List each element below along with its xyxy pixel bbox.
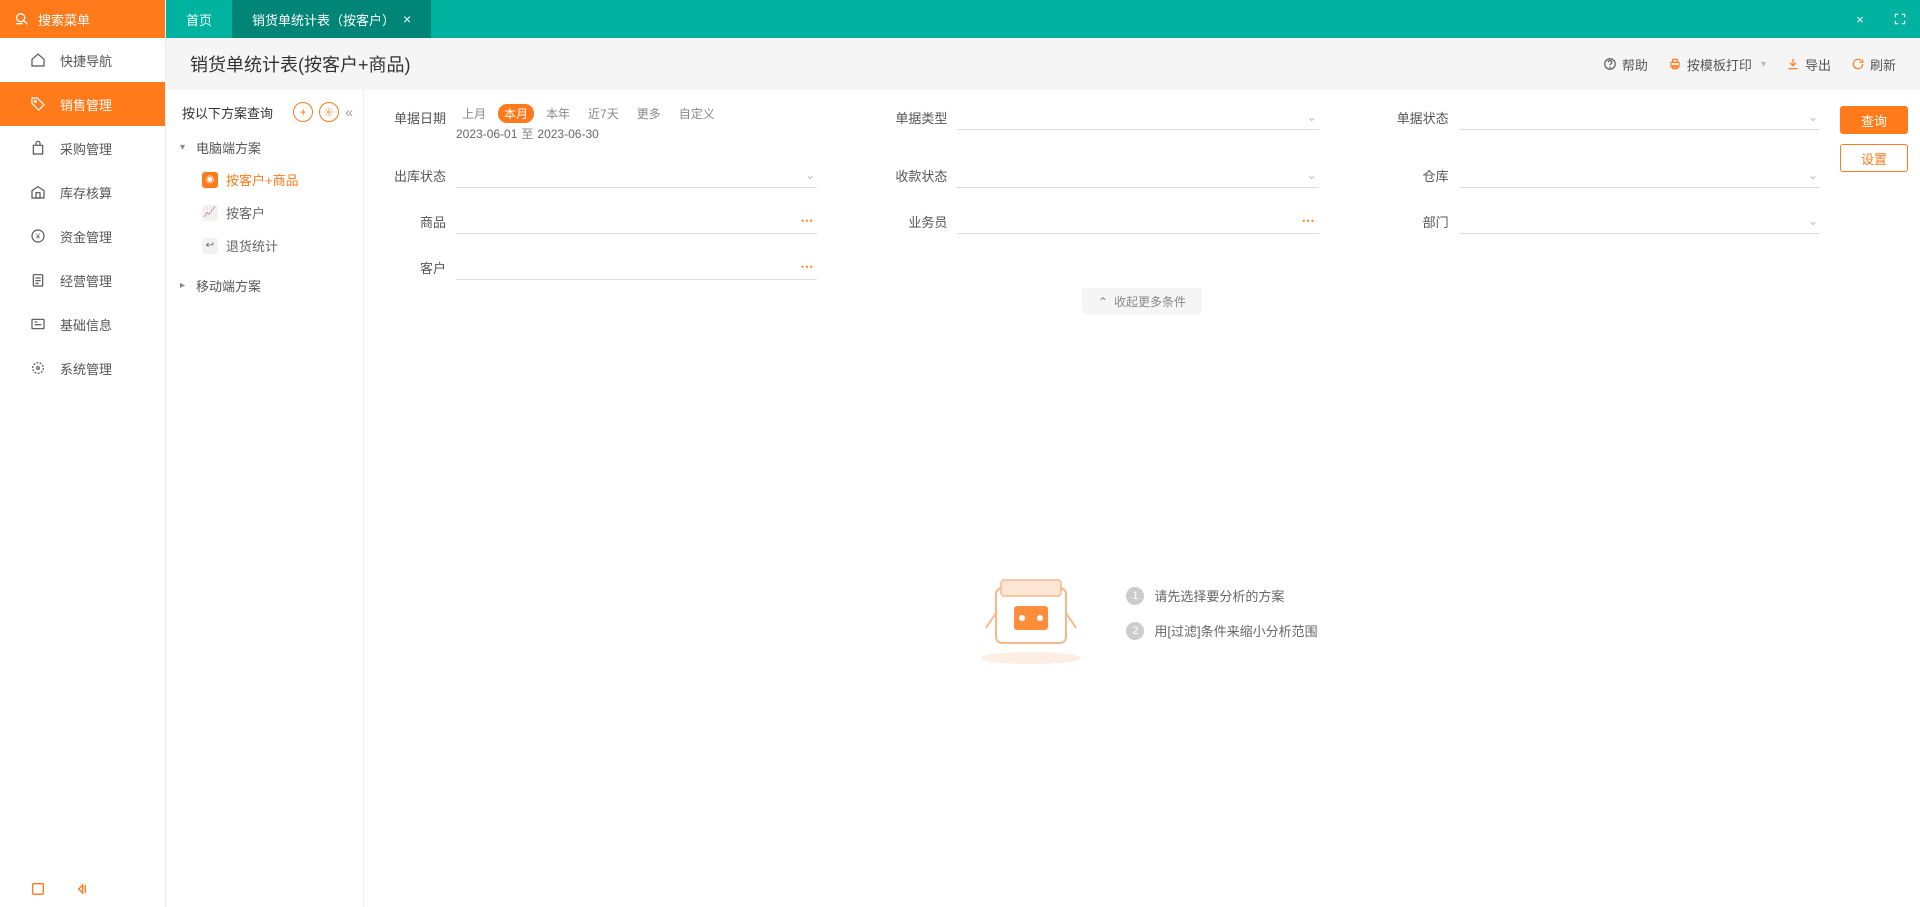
sidebar: 搜索菜单 快捷导航 销售管理 采购管理 库存核算 ¥ 资金管理 经营管理 基础信: [0, 0, 166, 907]
chevron-down-icon: ⌄: [805, 168, 817, 182]
export-button[interactable]: 导出: [1786, 55, 1831, 74]
filter-warehouse[interactable]: 仓库 ⌄: [1379, 162, 1820, 188]
chevron-down-icon: ⌄: [1808, 168, 1820, 182]
filter-customer[interactable]: 客户 ⋯: [376, 254, 817, 280]
export-icon: [1786, 57, 1800, 71]
date-range-display[interactable]: 2023-06-01至2023-06-30: [456, 125, 817, 142]
preset-last7[interactable]: 近7天: [582, 104, 625, 123]
chart-icon: 📈: [202, 205, 218, 221]
sidebar-footer: [0, 871, 165, 907]
query-button[interactable]: 查询: [1840, 106, 1908, 134]
refresh-icon: [1851, 57, 1865, 71]
more-icon[interactable]: ⋯: [800, 259, 817, 275]
warehouse-icon: [30, 184, 46, 200]
clock-icon: ◉: [202, 172, 218, 188]
tabbar-fullscreen[interactable]: [1880, 0, 1920, 38]
preset-more[interactable]: 更多: [631, 104, 667, 123]
preset-last-month[interactable]: 上月: [456, 104, 492, 123]
tab-report[interactable]: 销货单统计表（按客户） ×: [232, 0, 431, 38]
tabbar: 首页 销货单统计表（按客户） × ×: [166, 0, 1920, 38]
tree-group-desktop[interactable]: ▾ 电脑端方案: [176, 132, 353, 163]
close-icon[interactable]: ×: [403, 11, 411, 27]
more-icon[interactable]: ⋯: [1302, 213, 1319, 229]
more-icon[interactable]: ⋯: [800, 213, 817, 229]
print-icon: [1668, 57, 1682, 71]
nav-operation[interactable]: 经营管理: [0, 258, 165, 302]
help-button[interactable]: 帮助: [1603, 55, 1648, 74]
search-menu-button[interactable]: 搜索菜单: [0, 0, 165, 38]
nav-purchase[interactable]: 采购管理: [0, 126, 165, 170]
filter-pay-status[interactable]: 收款状态 ⌄: [877, 162, 1318, 188]
add-scheme-button[interactable]: +: [293, 102, 313, 122]
filter-salesperson[interactable]: 业务员 ⋯: [877, 208, 1318, 234]
tabbar-close-all[interactable]: ×: [1840, 0, 1880, 38]
preset-this-month[interactable]: 本月: [498, 104, 534, 123]
preset-this-year[interactable]: 本年: [540, 104, 576, 123]
tree-title: 按以下方案查询: [182, 103, 273, 122]
nav-system[interactable]: 系统管理: [0, 346, 165, 390]
filter-date: 单据日期 上月 本月 本年 近7天 更多 自定义: [376, 104, 817, 142]
scheme-returns[interactable]: ↩ 退货统计: [176, 229, 353, 262]
gear-dash-icon: [30, 360, 46, 376]
empty-step-2: 2 用[过滤]条件来缩小分析范围: [1126, 621, 1317, 640]
nav-inventory[interactable]: 库存核算: [0, 170, 165, 214]
search-icon: [14, 11, 30, 27]
search-menu-label: 搜索菜单: [38, 10, 90, 29]
empty-step-1: 1 请先选择要分析的方案: [1126, 586, 1317, 605]
help-icon: [1603, 57, 1617, 71]
chevron-down-icon: ⌄: [1808, 110, 1820, 124]
footer-icon-1[interactable]: [30, 881, 46, 897]
settings-button[interactable]: 设置: [1840, 144, 1908, 172]
filter-department[interactable]: 部门 ⌄: [1379, 208, 1820, 234]
card-icon: [30, 316, 46, 332]
collapse-tree-button[interactable]: «: [345, 104, 353, 120]
footer-icon-2[interactable]: [76, 881, 92, 897]
scheme-customer-product[interactable]: ◉ 按客户+商品: [176, 163, 353, 196]
nav-funds[interactable]: ¥ 资金管理: [0, 214, 165, 258]
chevron-up-icon: ⌃: [1098, 295, 1108, 309]
nav-sales[interactable]: 销售管理: [0, 82, 165, 126]
return-icon: ↩: [202, 238, 218, 254]
caret-right-icon: ▸: [180, 280, 190, 291]
scheme-settings-button[interactable]: [319, 102, 339, 122]
empty-illustration: [966, 558, 1096, 668]
page-title: 销货单统计表(按客户+商品): [190, 51, 411, 77]
empty-state: 1 请先选择要分析的方案 2 用[过滤]条件来缩小分析范围: [364, 319, 1920, 907]
caret-down-icon: ▾: [180, 142, 190, 153]
filter-out-status[interactable]: 出库状态 ⌄: [376, 162, 817, 188]
fullscreen-icon: [1893, 12, 1907, 26]
filter-product[interactable]: 商品 ⋯: [376, 208, 817, 234]
page-header: 销货单统计表(按客户+商品) 帮助 按模板打印 ▾ 导出 刷新: [166, 38, 1920, 90]
print-button[interactable]: 按模板打印 ▾: [1668, 55, 1766, 74]
filter-doc-type[interactable]: 单据类型 ⌄: [877, 104, 1318, 142]
gear-icon: [324, 107, 334, 117]
chevron-down-icon: ⌄: [1307, 110, 1319, 124]
nav-quick[interactable]: 快捷导航: [0, 38, 165, 82]
filter-doc-status[interactable]: 单据状态 ⌄: [1379, 104, 1820, 142]
chevron-down-icon: ⌄: [1808, 214, 1820, 228]
money-icon: ¥: [30, 228, 46, 244]
svg-text:¥: ¥: [36, 232, 41, 241]
nav-basic[interactable]: 基础信息: [0, 302, 165, 346]
clipboard-icon: [30, 272, 46, 288]
collapse-filters-button[interactable]: ⌃ 收起更多条件: [1082, 288, 1202, 315]
chevron-down-icon: ⌄: [1307, 168, 1319, 182]
query-scheme-panel: 按以下方案查询 + « ▾ 电脑端方案 ◉: [166, 90, 364, 907]
tab-home[interactable]: 首页: [166, 0, 232, 38]
home-icon: [30, 52, 46, 68]
tag-icon: [30, 96, 46, 112]
preset-custom[interactable]: 自定义: [673, 104, 721, 123]
scheme-customer[interactable]: 📈 按客户: [176, 196, 353, 229]
tree-group-mobile[interactable]: ▸ 移动端方案: [176, 270, 353, 301]
bag-icon: [30, 140, 46, 156]
chevron-down-icon: ▾: [1761, 59, 1766, 70]
refresh-button[interactable]: 刷新: [1851, 55, 1896, 74]
main-area: 首页 销货单统计表（按客户） × × 销货单统计表(按客户+商品) 帮助: [166, 0, 1920, 907]
